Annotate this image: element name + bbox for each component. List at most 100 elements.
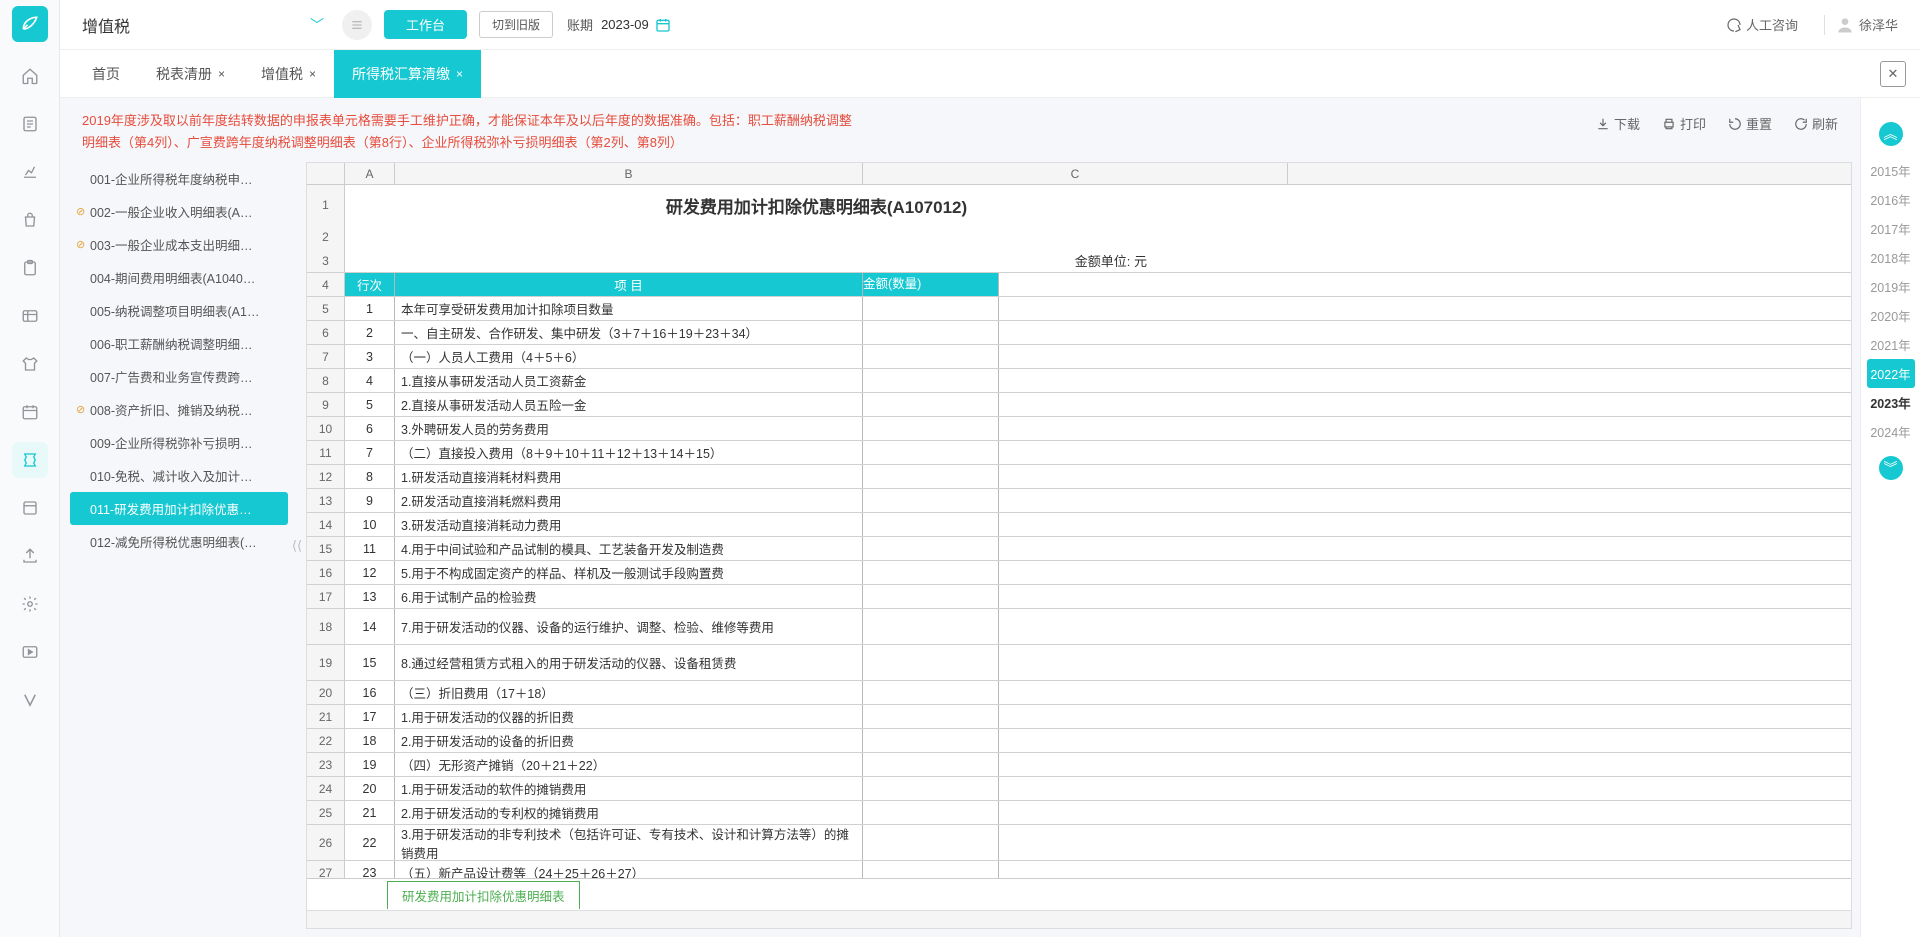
form-list-item[interactable]: ⊘008-资产折旧、摊销及纳税… [70, 393, 288, 426]
year-2024年[interactable]: 2024年 [1867, 417, 1915, 446]
year-2015年[interactable]: 2015年 [1867, 156, 1915, 185]
cell[interactable]: 8 [345, 465, 395, 488]
nav-doc-icon[interactable] [12, 106, 48, 142]
cell[interactable]: 4.用于中间试验和产品试制的模具、工艺装备开发及制造费 [395, 537, 863, 560]
year-2020年[interactable]: 2020年 [1867, 301, 1915, 330]
cell[interactable]: 17 [345, 705, 395, 728]
row-header[interactable]: 18 [307, 609, 345, 644]
cell[interactable]: （二）直接投入费用（8＋9＋10＋11＋12＋13＋14＋15） [395, 441, 863, 464]
form-list-item[interactable]: ⊘003-一般企业成本支出明细… [70, 228, 288, 261]
cell[interactable]: 20 [345, 777, 395, 800]
nav-tax-icon[interactable] [12, 442, 48, 478]
year-down-icon[interactable]: ︾ [1879, 456, 1903, 480]
cell[interactable]: 1.用于研发活动的软件的摊销费用 [395, 777, 863, 800]
year-2022年[interactable]: 2022年 [1867, 359, 1915, 388]
form-list-item[interactable]: ⊘002-一般企业收入明细表(A… [70, 195, 288, 228]
cell[interactable]: 7.用于研发活动的仪器、设备的运行维护、调整、检验、维修等费用 [395, 609, 863, 644]
row-header[interactable]: 9 [307, 393, 345, 416]
sheet-tab[interactable]: 研发费用加计扣除优惠明细表 [387, 881, 580, 909]
cell[interactable]: 5.用于不构成固定资产的样品、样机及一般测试手段购置费 [395, 561, 863, 584]
cell[interactable] [863, 345, 999, 368]
cell[interactable]: 7 [345, 441, 395, 464]
row-header[interactable]: 6 [307, 321, 345, 344]
cell[interactable]: 3.用于研发活动的非专利技术（包括许可证、专有技术、设计和计算方法等）的摊销费用 [395, 825, 863, 860]
row-header[interactable]: 13 [307, 489, 345, 512]
form-list-item[interactable]: 006-职工薪酬纳税调整明细… [70, 327, 288, 360]
nav-shirt-icon[interactable] [12, 346, 48, 382]
cell[interactable]: 21 [345, 801, 395, 824]
nav-settings-icon[interactable] [12, 586, 48, 622]
cell[interactable]: 6 [345, 417, 395, 440]
cell[interactable] [863, 417, 999, 440]
h-scrollbar[interactable] [307, 911, 1851, 928]
row-header[interactable]: 23 [307, 753, 345, 776]
row-header[interactable]: 20 [307, 681, 345, 704]
cell[interactable]: 22 [345, 825, 395, 860]
cell[interactable]: 5 [345, 393, 395, 416]
print-button[interactable]: 打印 [1662, 114, 1706, 133]
tab-close-icon[interactable]: × [456, 67, 463, 81]
row-header[interactable]: 27 [307, 861, 345, 878]
collapse-sidebar-icon[interactable]: ⟨⟨ [288, 162, 306, 929]
cell[interactable] [863, 585, 999, 608]
cell[interactable]: 9 [345, 489, 395, 512]
row-header[interactable]: 22 [307, 729, 345, 752]
cell[interactable] [863, 513, 999, 536]
row-header[interactable]: 5 [307, 297, 345, 320]
nav-grid-icon[interactable] [12, 298, 48, 334]
cell[interactable] [863, 777, 999, 800]
cell[interactable]: 11 [345, 537, 395, 560]
cell[interactable]: 1.用于研发活动的仪器的折旧费 [395, 705, 863, 728]
cell[interactable]: （三）折旧费用（17＋18） [395, 681, 863, 704]
col-header-c[interactable]: C [863, 163, 1288, 184]
cell[interactable] [863, 645, 999, 680]
cell[interactable]: 本年可享受研发费用加计扣除项目数量 [395, 297, 863, 320]
cell[interactable]: 19 [345, 753, 395, 776]
workspace-button[interactable]: 工作台 [384, 10, 467, 39]
row-header[interactable]: 12 [307, 465, 345, 488]
form-list-item[interactable]: 007-广告费和业务宣传费跨… [70, 360, 288, 393]
year-up-icon[interactable]: ︽ [1879, 122, 1903, 146]
nav-clipboard-icon[interactable] [12, 250, 48, 286]
cell[interactable] [863, 489, 999, 512]
cell[interactable] [863, 297, 999, 320]
cell[interactable]: 一、自主研发、合作研发、集中研发（3＋7＋16＋19＋23＋34） [395, 321, 863, 344]
row-header[interactable]: 26 [307, 825, 345, 860]
cell[interactable]: 项 目 [395, 273, 863, 296]
period-value[interactable]: 2023-09 [601, 17, 649, 32]
cell[interactable]: 10 [345, 513, 395, 536]
form-list-item[interactable]: 012-减免所得税优惠明细表(… [70, 525, 288, 558]
help-button[interactable]: 人工咨询 [1726, 15, 1798, 34]
form-list-item[interactable]: 009-企业所得税弥补亏损明… [70, 426, 288, 459]
nav-bag-icon[interactable] [12, 202, 48, 238]
cell[interactable] [863, 465, 999, 488]
col-header-a[interactable]: A [345, 163, 395, 184]
nav-archive-icon[interactable] [12, 490, 48, 526]
cell[interactable]: 2.用于研发活动的设备的折旧费 [395, 729, 863, 752]
cell[interactable]: 2.用于研发活动的专利权的摊销费用 [395, 801, 863, 824]
cell[interactable]: 行次 [345, 273, 395, 296]
col-header-b[interactable]: B [395, 163, 863, 184]
cell[interactable]: （一）人员人工费用（4＋5＋6） [395, 345, 863, 368]
row-header[interactable]: 10 [307, 417, 345, 440]
cell[interactable]: 15 [345, 645, 395, 680]
row-header[interactable]: 15 [307, 537, 345, 560]
year-2018年[interactable]: 2018年 [1867, 243, 1915, 272]
row-header[interactable]: 8 [307, 369, 345, 392]
row-header[interactable]: 17 [307, 585, 345, 608]
row-header[interactable]: 3 [307, 249, 345, 272]
year-2023年[interactable]: 2023年 [1867, 388, 1915, 417]
row-header[interactable]: 25 [307, 801, 345, 824]
tab-首页[interactable]: 首页 [74, 50, 138, 98]
app-logo[interactable] [12, 6, 48, 42]
row-header[interactable]: 19 [307, 645, 345, 680]
nav-chart-icon[interactable] [12, 154, 48, 190]
cell[interactable]: 1.研发活动直接消耗材料费用 [395, 465, 863, 488]
year-2019年[interactable]: 2019年 [1867, 272, 1915, 301]
cell[interactable] [863, 801, 999, 824]
cell[interactable]: 23 [345, 861, 395, 878]
row-header[interactable]: 24 [307, 777, 345, 800]
cell[interactable]: 13 [345, 585, 395, 608]
cell[interactable] [863, 681, 999, 704]
cell[interactable]: 3.外聘研发人员的劳务费用 [395, 417, 863, 440]
